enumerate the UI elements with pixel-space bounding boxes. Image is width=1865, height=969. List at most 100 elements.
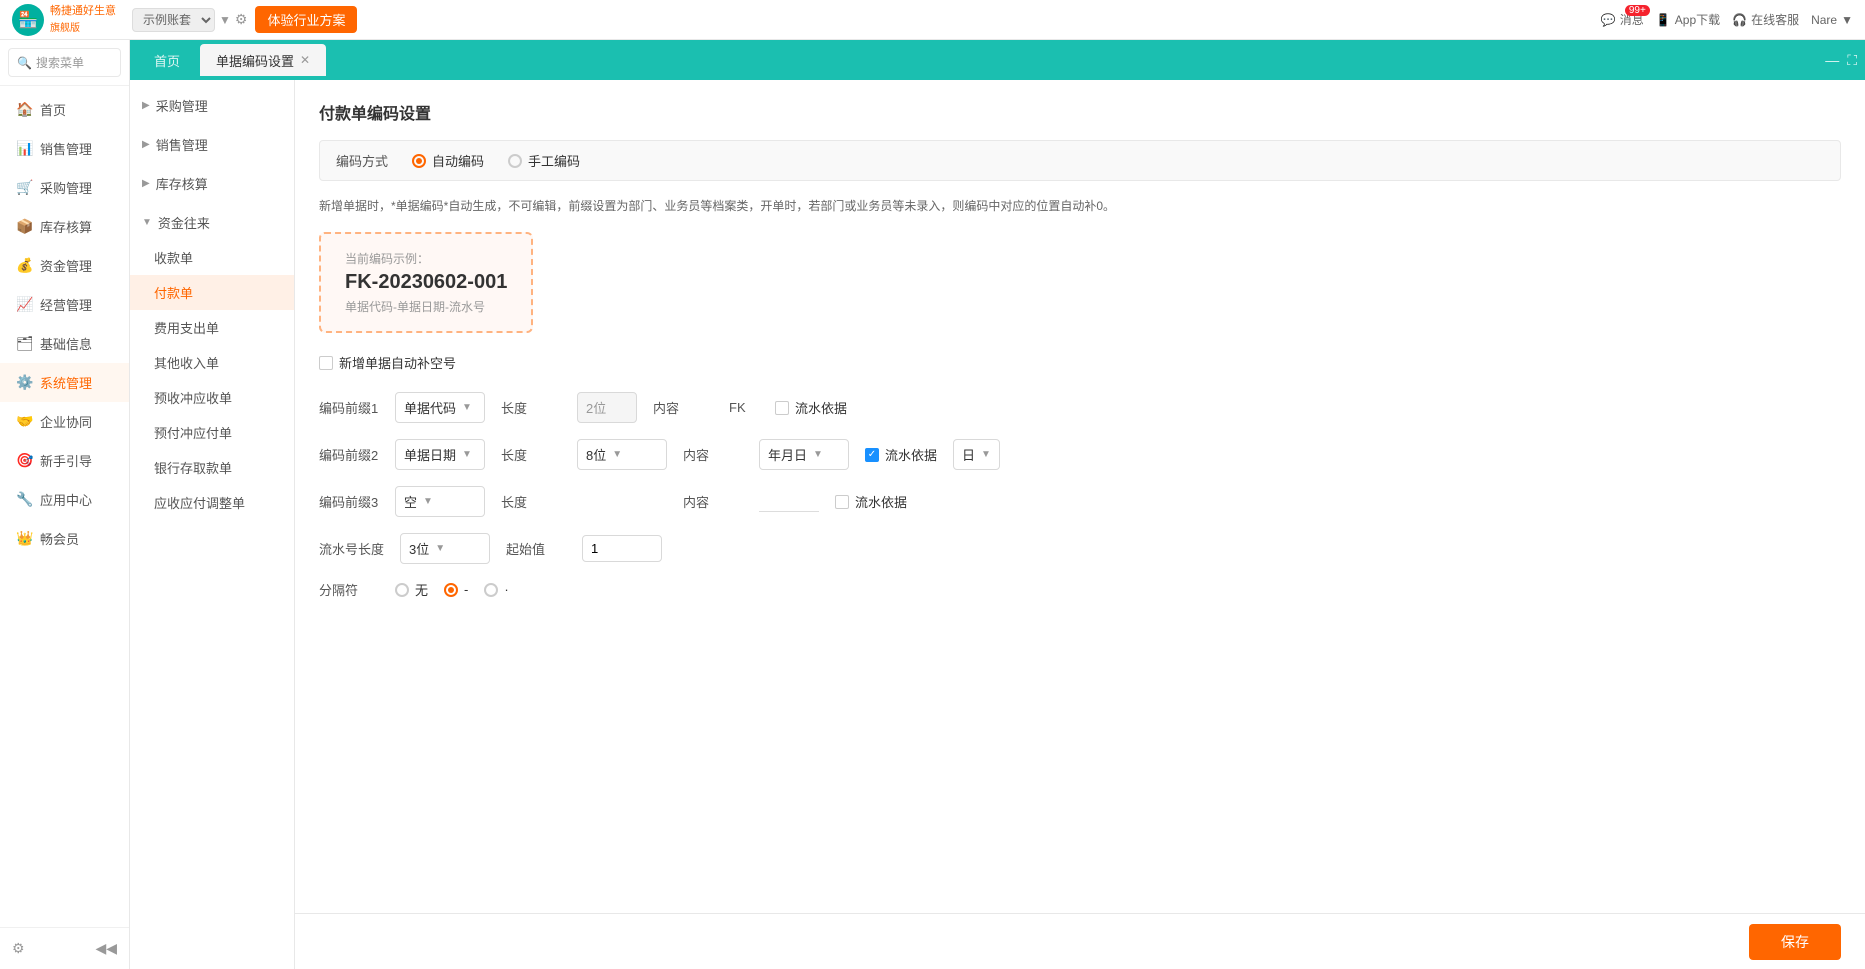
form-area: 付款单编码设置 编码方式 自动编码 手工编码: [295, 80, 1865, 913]
sub-nav-group-purchase: ▶ 采购管理: [130, 88, 294, 123]
auto-fill-checkbox[interactable]: [319, 356, 333, 370]
capital-arrow-icon: ▼: [142, 217, 152, 228]
app-download-btn[interactable]: 📱 App下载: [1656, 11, 1720, 28]
save-button[interactable]: 保存: [1749, 924, 1841, 960]
manual-encoding-option[interactable]: 手工编码: [508, 151, 580, 170]
tab-close-icon[interactable]: ✕: [300, 53, 310, 67]
sidebar-item-basic[interactable]: 🗂 基础信息: [0, 324, 129, 363]
sidebar-item-home[interactable]: 🏠 首页: [0, 90, 129, 129]
prefix1-stream-checkbox[interactable]: [775, 401, 789, 415]
sidebar-item-business[interactable]: 📈 经营管理: [0, 285, 129, 324]
sub-nav-purchase-header[interactable]: ▶ 采购管理: [130, 88, 294, 123]
prefix1-length-value: 2位: [586, 401, 606, 416]
prefix1-select[interactable]: 单据代码 ▼: [395, 392, 485, 423]
sidebar-item-inventory[interactable]: 📦 库存核算: [0, 207, 129, 246]
sidebar-item-capital[interactable]: 💰 资金管理: [0, 246, 129, 285]
sub-nav-expense[interactable]: 费用支出单: [130, 310, 294, 345]
search-menu-btn[interactable]: 🔍 搜索菜单: [8, 48, 121, 77]
bottom-bar: 保存: [295, 913, 1865, 969]
minimize-btn[interactable]: —: [1825, 52, 1839, 68]
user-menu[interactable]: Nare ▼: [1811, 13, 1853, 27]
separator-dash-option[interactable]: -: [444, 582, 468, 597]
sub-nav-adjust[interactable]: 应收应付调整单: [130, 485, 294, 520]
separator-dot-option[interactable]: ·: [484, 582, 508, 597]
sidebar-item-system-label: 系统管理: [40, 373, 92, 392]
serial-length-value: 3位: [409, 539, 429, 558]
sub-nav-bank-deposit[interactable]: 银行存取款单: [130, 450, 294, 485]
prefix3-select[interactable]: 空 ▼: [395, 486, 485, 517]
sidebar-item-guide[interactable]: 🎯 新手引导: [0, 441, 129, 480]
sub-nav-advance-pay[interactable]: 预付冲应付单: [130, 415, 294, 450]
sidebar-item-system[interactable]: ⚙️ 系统管理: [0, 363, 129, 402]
sidebar-bottom: ⚙ ◀◀: [0, 927, 129, 969]
prefix1-content-value: FK: [729, 400, 759, 415]
serial-length-select[interactable]: 3位 ▼: [400, 533, 490, 564]
system-icon: ⚙️: [16, 374, 32, 391]
sub-nav-group-inventory: ▶ 库存核算: [130, 166, 294, 201]
sidebar-item-inventory-label: 库存核算: [40, 217, 92, 236]
page-title: 付款单编码设置: [319, 100, 1841, 124]
tab-encoding[interactable]: 单据编码设置 ✕: [200, 44, 326, 76]
separator-none-option[interactable]: 无: [395, 580, 428, 599]
separator-row: 分隔符 无 - ·: [319, 580, 1841, 599]
sidebar-item-appstore[interactable]: 🔧 应用中心: [0, 480, 129, 519]
prefix2-content-arrow-icon: ▼: [813, 449, 823, 460]
sidebar-item-sales[interactable]: 📊 销售管理: [0, 129, 129, 168]
date-unit-select[interactable]: 日 ▼: [953, 439, 1000, 470]
collapse-btn[interactable]: ◀◀: [91, 936, 121, 961]
auto-fill-label: 新增单据自动补空号: [339, 353, 456, 372]
dropdown-btn[interactable]: ▼: [219, 13, 231, 27]
guide-icon: 🎯: [16, 452, 32, 469]
maximize-btn[interactable]: ⛶: [1847, 52, 1857, 69]
basic-icon: 🗂: [16, 335, 32, 352]
sidebar: 🔍 搜索菜单 🏠 首页 📊 销售管理 🛒 采购管理 📦 库存核算 💰: [0, 40, 130, 969]
prefix2-length-select[interactable]: 8位 ▼: [577, 439, 667, 470]
demo-btn[interactable]: 体验行业方案: [255, 6, 357, 33]
sidebar-item-enterprise[interactable]: 🤝 企业协同: [0, 402, 129, 441]
sidebar-item-guide-label: 新手引导: [40, 451, 92, 470]
sub-nav-payment[interactable]: 付款单: [130, 275, 294, 310]
prefix2-stream-checkbox[interactable]: ✓: [865, 448, 879, 462]
inventory-arrow-icon: ▶: [142, 178, 150, 189]
sidebar-item-purchase[interactable]: 🛒 采购管理: [0, 168, 129, 207]
tab-home[interactable]: 首页: [138, 44, 196, 76]
service-btn[interactable]: 🎧 在线客服: [1732, 11, 1799, 28]
sidebar-item-member[interactable]: 👑 畅会员: [0, 519, 129, 558]
sidebar-search-area: 🔍 搜索菜单: [0, 40, 129, 86]
prefix3-content-label: 内容: [683, 492, 743, 511]
sidebar-item-purchase-label: 采购管理: [40, 178, 92, 197]
sub-nav-other-income[interactable]: 其他收入单: [130, 345, 294, 380]
separator-none-label: 无: [415, 580, 428, 599]
prefix3-stream-checkbox[interactable]: [835, 495, 849, 509]
settings-bottom-btn[interactable]: ⚙: [8, 936, 29, 961]
prefix2-label: 编码前缀2: [319, 445, 379, 464]
prefix2-select[interactable]: 单据日期 ▼: [395, 439, 485, 470]
company-selector[interactable]: 示例账套: [132, 8, 215, 32]
prefix2-content-select[interactable]: 年月日 ▼: [759, 439, 849, 470]
purchase-arrow-icon: ▶: [142, 100, 150, 111]
sub-nav-capital-header[interactable]: ▼ 资金往来: [130, 205, 294, 240]
sub-nav-inventory-label: 库存核算: [156, 174, 208, 193]
sub-nav-sales-header[interactable]: ▶ 销售管理: [130, 127, 294, 162]
sub-nav-receipt[interactable]: 收款单: [130, 240, 294, 275]
message-icon: 💬: [1601, 13, 1616, 27]
auto-radio-dot: [412, 154, 426, 168]
prefix1-length-input: 2位: [577, 392, 637, 423]
auto-encoding-option[interactable]: 自动编码: [412, 151, 484, 170]
appstore-icon: 🔧: [16, 491, 32, 508]
info-text: 新增单据时，*单据编码*自动生成，不可编辑，前缀设置为部门、业务员等档案类，开单…: [319, 197, 1841, 216]
settings-icon[interactable]: ⚙: [235, 11, 248, 28]
sub-nav-inventory-header[interactable]: ▶ 库存核算: [130, 166, 294, 201]
business-icon: 📈: [16, 296, 32, 313]
main-content-wrapper: ▶ 采购管理 ▶ 销售管理 ▶ 库存核算: [130, 80, 1865, 969]
brand-name: 畅捷通好生意: [50, 5, 116, 18]
message-btn[interactable]: 💬 消息 99+: [1601, 11, 1644, 28]
tab-home-label: 首页: [154, 51, 180, 70]
sidebar-item-appstore-label: 应用中心: [40, 490, 92, 509]
preview-sub: 单据代码-单据日期-流水号: [345, 298, 507, 315]
brand-logo: 🏪 畅捷通好生意 旗舰版: [12, 4, 116, 36]
sub-nav-advance-receive[interactable]: 预收冲应收单: [130, 380, 294, 415]
tabs-bar: 首页 单据编码设置 ✕ — ⛶: [130, 40, 1865, 80]
start-value-input[interactable]: [582, 535, 662, 562]
prefix1-label: 编码前缀1: [319, 398, 379, 417]
